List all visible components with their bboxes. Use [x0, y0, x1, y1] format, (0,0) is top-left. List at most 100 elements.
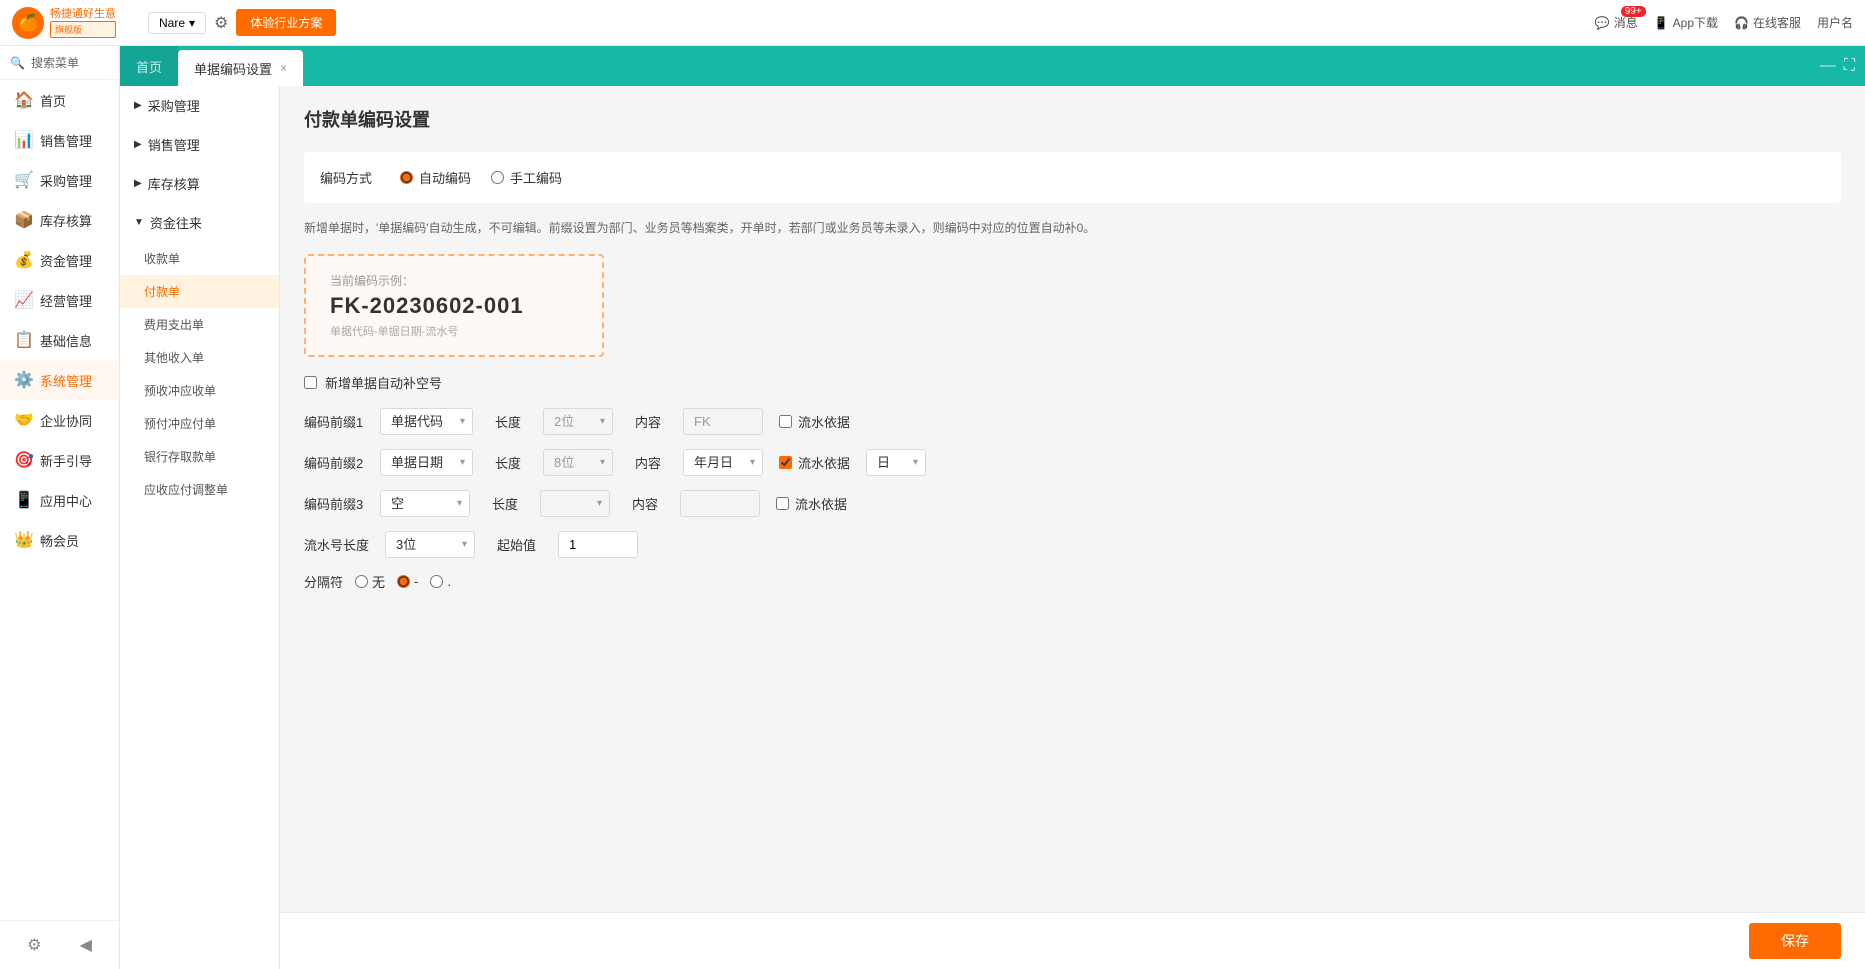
sidebar-item-purchase[interactable]: 🛒 采购管理: [0, 160, 119, 200]
sidebar-item-finance[interactable]: 💰 资金管理: [0, 240, 119, 280]
sub-sidebar-item-adjustadj[interactable]: 应收应付调整单: [120, 473, 279, 506]
sub-sidebar-item-expense[interactable]: 费用支出单: [120, 308, 279, 341]
prefix1-stream-checkbox[interactable]: [779, 415, 792, 428]
sub-sidebar-item-prere[interactable]: 预收冲应收单: [120, 374, 279, 407]
sub-group-inventory-title[interactable]: ▶ 库存核算: [120, 164, 279, 203]
sub-group-funds-title[interactable]: ▼ 资金往来: [120, 203, 279, 242]
search-icon: 🔍: [10, 56, 25, 70]
separator-dash-radio[interactable]: [397, 575, 410, 588]
form-area: 付款单编码设置 编码方式 自动编码 手工编码: [280, 86, 1865, 912]
home-icon: 🏠: [14, 90, 32, 110]
prefix3-content-input[interactable]: [680, 490, 760, 517]
sidebar-item-enterprise[interactable]: 🤝 企业协同: [0, 400, 119, 440]
dropdown-label: Nare: [159, 16, 185, 30]
encoding-method-label: 编码方式: [320, 168, 372, 187]
dropdown-button[interactable]: Nare ▾: [148, 12, 206, 34]
save-button[interactable]: 保存: [1749, 923, 1841, 959]
sidebar-item-label: 新手引导: [40, 451, 92, 470]
sidebar-item-inventory[interactable]: 📦 库存核算: [0, 200, 119, 240]
sidebar-item-operations[interactable]: 📈 经营管理: [0, 280, 119, 320]
sidebar-item-apps[interactable]: 📱 应用中心: [0, 480, 119, 520]
member-icon: 👑: [14, 530, 32, 550]
sub-sidebar-item-prepay[interactable]: 预付冲应付单: [120, 407, 279, 440]
manual-encode-option[interactable]: 手工编码: [491, 168, 562, 187]
operations-icon: 📈: [14, 290, 32, 310]
prefix3-length-wrap: ▾: [540, 490, 610, 517]
sub-sidebar-item-bank[interactable]: 银行存取款单: [120, 440, 279, 473]
sidebar-item-label: 首页: [40, 91, 66, 110]
sidebar-bottom: ⚙ ◀: [0, 920, 119, 969]
tab-home[interactable]: 首页: [120, 46, 178, 86]
separator-none-radio[interactable]: [355, 575, 368, 588]
tab-minimize-button[interactable]: —: [1820, 57, 1836, 75]
chevron-right-icon: ▶: [134, 178, 142, 189]
sub-group-purchase-title[interactable]: ▶ 采购管理: [120, 86, 279, 125]
prefix2-content-label: 内容: [635, 453, 661, 472]
search-menu[interactable]: 🔍 搜索菜单: [0, 46, 119, 80]
gear-button[interactable]: ⚙: [214, 13, 228, 33]
start-value-input[interactable]: [558, 531, 638, 558]
prefix3-content-label: 内容: [632, 494, 658, 513]
separator-dot-radio[interactable]: [430, 575, 443, 588]
prefix2-stream-checkbox[interactable]: [779, 456, 792, 469]
chevron-right-icon: ▶: [134, 100, 142, 111]
prefix1-select[interactable]: 单据代码: [380, 408, 473, 435]
top-bar-left: 🍊 畅捷通好生意 旗舰版 Nare ▾ ⚙ 体验行业方案: [12, 7, 336, 39]
user-info[interactable]: 用户名: [1817, 14, 1853, 31]
auto-encode-radio[interactable]: [400, 171, 413, 184]
prefix3-stream-label: 流水依据: [795, 494, 847, 513]
encoding-method-section: 编码方式 自动编码 手工编码: [304, 152, 1841, 203]
main-layout: 🔍 搜索菜单 🏠 首页 📊 销售管理 🛒 采购管理 📦 库存核算 💰: [0, 46, 1865, 969]
auto-encode-option[interactable]: 自动编码: [400, 168, 471, 187]
auto-fill-checkbox[interactable]: [304, 376, 317, 389]
manual-encode-label: 手工编码: [510, 168, 562, 187]
prefix3-select[interactable]: 空: [380, 490, 470, 517]
code-preview-value: FK-20230602-001: [330, 293, 578, 319]
separator-dot-option[interactable]: .: [430, 574, 451, 589]
separator-dash-option[interactable]: -: [397, 574, 418, 589]
prefix2-unit-wrap: 日 ▾: [866, 449, 926, 476]
prefix2-length-select[interactable]: 8位: [543, 449, 613, 476]
prefix2-select-wrap: 单据日期 ▾: [380, 449, 473, 476]
prefix1-content-input[interactable]: [683, 408, 763, 435]
tab-active[interactable]: 单据编码设置 ×: [178, 50, 303, 86]
sidebar-item-home[interactable]: 🏠 首页: [0, 80, 119, 120]
sidebar-item-label: 采购管理: [40, 171, 92, 190]
chevron-down-icon: ▾: [189, 16, 195, 30]
sidebar-item-sales[interactable]: 📊 销售管理: [0, 120, 119, 160]
sidebar-item-member[interactable]: 👑 畅会员: [0, 520, 119, 560]
form-footer: 保存: [280, 912, 1865, 969]
tab-active-label: 单据编码设置: [194, 59, 272, 78]
prefix3-length-select[interactable]: [540, 490, 610, 517]
tab-maximize-button[interactable]: ⛶: [1844, 57, 1855, 75]
trial-button[interactable]: 体验行业方案: [236, 9, 336, 36]
logo-icon: 🍊: [12, 7, 44, 39]
stream-length-select[interactable]: 3位: [385, 531, 475, 558]
message-button[interactable]: 💬 消息 99+: [1595, 14, 1638, 31]
sidebar-item-guide[interactable]: 🎯 新手引导: [0, 440, 119, 480]
prefix2-length-wrap: 8位 ▾: [543, 449, 613, 476]
tab-bar-actions: — ⛶: [1810, 46, 1865, 86]
prefix2-content-select[interactable]: 年月日: [683, 449, 763, 476]
settings-bottom-icon[interactable]: ⚙: [21, 929, 47, 961]
collapse-icon[interactable]: ◀: [74, 929, 98, 961]
prefix3-stream-checkbox[interactable]: [776, 497, 789, 510]
sub-sidebar-item-income[interactable]: 其他收入单: [120, 341, 279, 374]
sub-group-sales-title[interactable]: ▶ 销售管理: [120, 125, 279, 164]
tab-close-icon[interactable]: ×: [280, 61, 287, 75]
user-label: 用户名: [1817, 14, 1853, 31]
sidebar-item-basics[interactable]: 📋 基础信息: [0, 320, 119, 360]
prefix2-select[interactable]: 单据日期: [380, 449, 473, 476]
online-service-button[interactable]: 🎧 在线客服: [1734, 14, 1801, 31]
sub-group-funds-label: 资金往来: [150, 213, 202, 232]
sub-sidebar-item-receipt[interactable]: 收款单: [120, 242, 279, 275]
sub-sidebar-item-payment[interactable]: 付款单: [120, 275, 279, 308]
sidebar-item-system[interactable]: ⚙️ 系统管理: [0, 360, 119, 400]
separator-none-option[interactable]: 无: [355, 572, 385, 591]
prefix1-length-select[interactable]: 2位: [543, 408, 613, 435]
sidebar-item-label: 基础信息: [40, 331, 92, 350]
manual-encode-radio[interactable]: [491, 171, 504, 184]
app-download-button[interactable]: 📱 App下载: [1654, 14, 1718, 31]
prefix1-length-wrap: 2位 ▾: [543, 408, 613, 435]
prefix2-unit-select[interactable]: 日: [866, 449, 926, 476]
